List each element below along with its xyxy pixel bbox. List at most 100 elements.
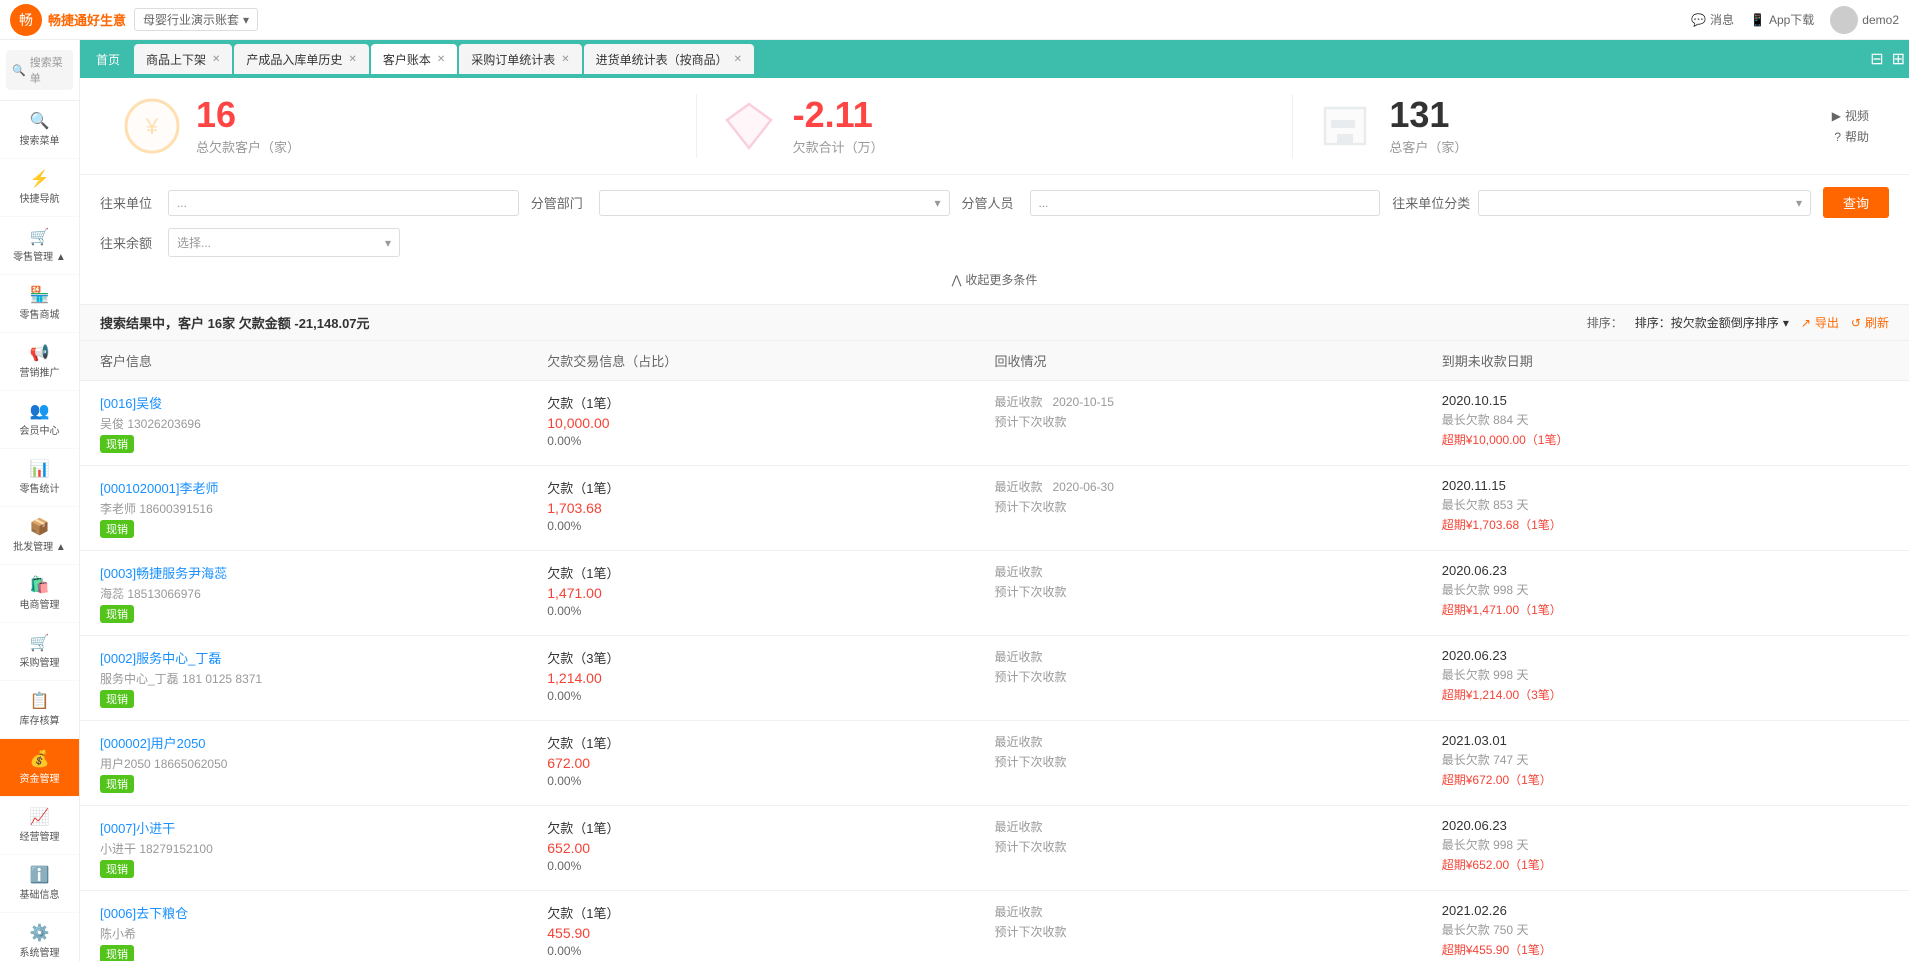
sort-select[interactable]: 排序：按欠款金额倒序排序 ▾ — [1635, 314, 1789, 331]
overdue-days-6: 最长欠款 750 天 — [1442, 921, 1889, 938]
due-cell-2: 2020.06.23 最长欠款 998 天 超期¥1,471.00（1笔） — [1442, 563, 1889, 623]
sidebar-item-retail-stats[interactable]: 📊零售统计 — [0, 449, 79, 507]
search-menu-box[interactable]: 🔍 搜索菜单 — [6, 50, 73, 90]
tab-close-icon[interactable]: ✕ — [437, 54, 445, 65]
overdue-link-3[interactable]: 超期¥1,214.00（3笔） — [1442, 686, 1889, 703]
window-minimize-btn[interactable]: ⊟ — [1870, 49, 1883, 69]
customer-cell-6: [0006]去下粮仓 陈小希 现销 — [100, 903, 547, 961]
overdue-link-5[interactable]: 超期¥652.00（1笔） — [1442, 856, 1889, 873]
sidebar-item-retail-mall[interactable]: 🏪零售商城 — [0, 275, 79, 333]
overdue-days-0: 最长欠款 884 天 — [1442, 411, 1889, 428]
results-actions: 排序： 排序：按欠款金额倒序排序 ▾ ↗ 导出 ↺ 刷新 — [1587, 314, 1889, 331]
layout: 🔍 搜索菜单 🔍搜索菜单⚡快捷导航🛒零售管理 ▲🏪零售商城📢营销推广👥会员中心📊… — [0, 40, 1909, 961]
overdue-link-1[interactable]: 超期¥1,703.68（1笔） — [1442, 516, 1889, 533]
stat-card-total-customers: 131 总客户（家） ▶ 视频 ? 帮助 — [1292, 94, 1889, 158]
due-date-4: 2021.03.01 — [1442, 733, 1889, 748]
sidebar-item-batch-mgmt[interactable]: 📦批发管理 ▲ — [0, 507, 79, 565]
sidebar-item-capital[interactable]: 💰资金管理 — [0, 739, 79, 797]
recovery-next-4: 预计下次收款 — [995, 753, 1442, 770]
sidebar-item-system[interactable]: ⚙️系统管理 — [0, 913, 79, 961]
tab-product-history[interactable]: 产成品入库单历史 ✕ — [234, 44, 368, 74]
retail-mall-icon: 🏪 — [30, 285, 50, 305]
app-download-btn[interactable]: 📱 App下载 — [1750, 11, 1814, 28]
overdue-link-0[interactable]: 超期¥10,000.00（1笔） — [1442, 431, 1889, 448]
debt-amount-1[interactable]: 1,703.68 — [547, 500, 994, 516]
sidebar-item-quick-nav[interactable]: ⚡快捷导航 — [0, 159, 79, 217]
export-btn[interactable]: ↗ 导出 — [1801, 314, 1839, 331]
debt-cell-0: 欠款（1笔） 10,000.00 0.00% — [547, 393, 994, 453]
member-center-icon: 👥 — [30, 401, 50, 421]
search-icon: 🔍 — [30, 111, 50, 131]
tab-product-shelf[interactable]: 商品上下架✕ — [134, 44, 232, 74]
industry-selector[interactable]: 母婴行业演示账套 ▾ — [134, 8, 258, 31]
remain-input[interactable]: 选择... ▾ — [168, 228, 400, 257]
customer-name-1[interactable]: [0001020001]李老师 — [100, 478, 547, 497]
customer-name-5[interactable]: [0007]小进干 — [100, 818, 547, 837]
message-btn[interactable]: 💬 消息 — [1691, 11, 1734, 28]
overdue-days-1: 最长欠款 853 天 — [1442, 496, 1889, 513]
refresh-btn[interactable]: ↺ 刷新 — [1851, 314, 1889, 331]
tab-home[interactable]: 首页 — [84, 44, 132, 74]
sidebar-item-ecommerce[interactable]: 🛍️电商管理 — [0, 565, 79, 623]
customer-name-3[interactable]: [0002]服务中心_丁磊 — [100, 648, 547, 667]
tab-customer-account[interactable]: 客户账本✕ — [371, 44, 457, 74]
customer-cell-0: [0016]吴俊 吴俊 13026203696 现销 — [100, 393, 547, 453]
filter-row-2: 往来余额 选择... ▾ — [100, 228, 1889, 257]
dept-input[interactable]: ▾ — [599, 190, 950, 216]
window-expand-btn[interactable]: ⊞ — [1892, 49, 1905, 69]
overdue-link-4[interactable]: 超期¥672.00（1笔） — [1442, 771, 1889, 788]
filter-label-source: 往来单位 — [100, 193, 160, 212]
tab-close-icon[interactable]: ✕ — [212, 54, 220, 65]
debt-cell-3: 欠款（3笔） 1,214.00 0.00% — [547, 648, 994, 708]
sidebar-item-inventory[interactable]: 📋库存核算 — [0, 681, 79, 739]
debt-amount-5[interactable]: 652.00 — [547, 840, 994, 856]
debt-cell-4: 欠款（1笔） 672.00 0.00% — [547, 733, 994, 793]
tab-import-stats[interactable]: 进货单统计表（按商品）✕ — [584, 44, 754, 74]
collapse-btn[interactable]: ⋀ 收起更多条件 — [100, 267, 1889, 292]
stat-card-debtors: ¥ 16 总欠款客户（家） — [100, 94, 696, 158]
tab-close-icon[interactable]: ✕ — [561, 54, 569, 65]
customer-info-1: 李老师 18600391516 — [100, 500, 547, 517]
help-btn[interactable]: ? 帮助 — [1834, 128, 1869, 145]
debt-amount-3[interactable]: 1,214.00 — [547, 670, 994, 686]
debt-amount-2[interactable]: 1,471.00 — [547, 585, 994, 601]
sidebar-item-member-center[interactable]: 👥会员中心 — [0, 391, 79, 449]
overdue-link-6[interactable]: 超期¥455.90（1笔） — [1442, 941, 1889, 958]
view-btn[interactable]: ▶ 视频 — [1832, 107, 1869, 124]
filter-label-cat: 往来单位分类 — [1392, 193, 1470, 212]
customer-name-0[interactable]: [0016]吴俊 — [100, 393, 547, 412]
search-button[interactable]: 查询 — [1823, 187, 1889, 218]
debt-count-5: 欠款（1笔） — [547, 818, 994, 837]
sidebar-item-marketing[interactable]: 📢营销推广 — [0, 333, 79, 391]
unit-cat-input[interactable]: ▾ — [1478, 190, 1811, 216]
overdue-link-2[interactable]: 超期¥1,471.00（1笔） — [1442, 601, 1889, 618]
sidebar-item-purchase-mgmt[interactable]: 🛒采购管理 — [0, 623, 79, 681]
sidebar-item-search[interactable]: 🔍搜索菜单 — [0, 101, 79, 159]
user-avatar-btn[interactable]: demo2 — [1830, 6, 1899, 34]
customer-name-2[interactable]: [0003]畅捷服务尹海蕊 — [100, 563, 547, 582]
sidebar-item-basic-info[interactable]: ℹ️基础信息 — [0, 855, 79, 913]
debt-amount-4[interactable]: 672.00 — [547, 755, 994, 771]
sidebar-search[interactable]: 🔍 搜索菜单 — [0, 40, 79, 101]
debt-amount-0[interactable]: 10,000.00 — [547, 415, 994, 431]
tab-close-icon[interactable]: ✕ — [348, 54, 356, 65]
filter-remain: 往来余额 选择... ▾ — [100, 228, 400, 257]
retail-stats-icon: 📊 — [30, 459, 50, 479]
top-bar: 畅 畅捷通好生意 母婴行业演示账套 ▾ 💬 消息 📱 App下载 demo2 — [0, 0, 1909, 40]
manager-input[interactable]: ... — [1030, 190, 1381, 216]
tab-close-icon[interactable]: ✕ — [734, 54, 742, 65]
sidebar-item-retail-mgmt[interactable]: 🛒零售管理 ▲ — [0, 217, 79, 275]
filter-unit-category: 往来单位分类 ▾ — [1392, 190, 1811, 216]
tab-label: 产成品入库单历史 — [246, 51, 342, 68]
customer-name-4[interactable]: [000002]用户2050 — [100, 733, 547, 752]
tab-label: 采购订单统计表 — [471, 51, 555, 68]
source-unit-input[interactable]: ... — [168, 190, 519, 216]
data-table: 客户信息欠款交易信息（占比）回收情况到期未收款日期 [0016]吴俊 吴俊 13… — [80, 341, 1909, 961]
customer-name-6[interactable]: [0006]去下粮仓 — [100, 903, 547, 922]
tabs-bar: 首页商品上下架✕产成品入库单历史✕客户账本✕采购订单统计表✕进货单统计表（按商品… — [80, 40, 1909, 78]
debt-count-2: 欠款（1笔） — [547, 563, 994, 582]
tab-purchase-order[interactable]: 采购订单统计表 ✕ — [459, 44, 581, 74]
sidebar-item-operation[interactable]: 📈经营管理 — [0, 797, 79, 855]
content-area: ¥ 16 总欠款客户（家） -2.11 欠款合计（万） — [80, 78, 1909, 961]
debt-amount-6[interactable]: 455.90 — [547, 925, 994, 941]
